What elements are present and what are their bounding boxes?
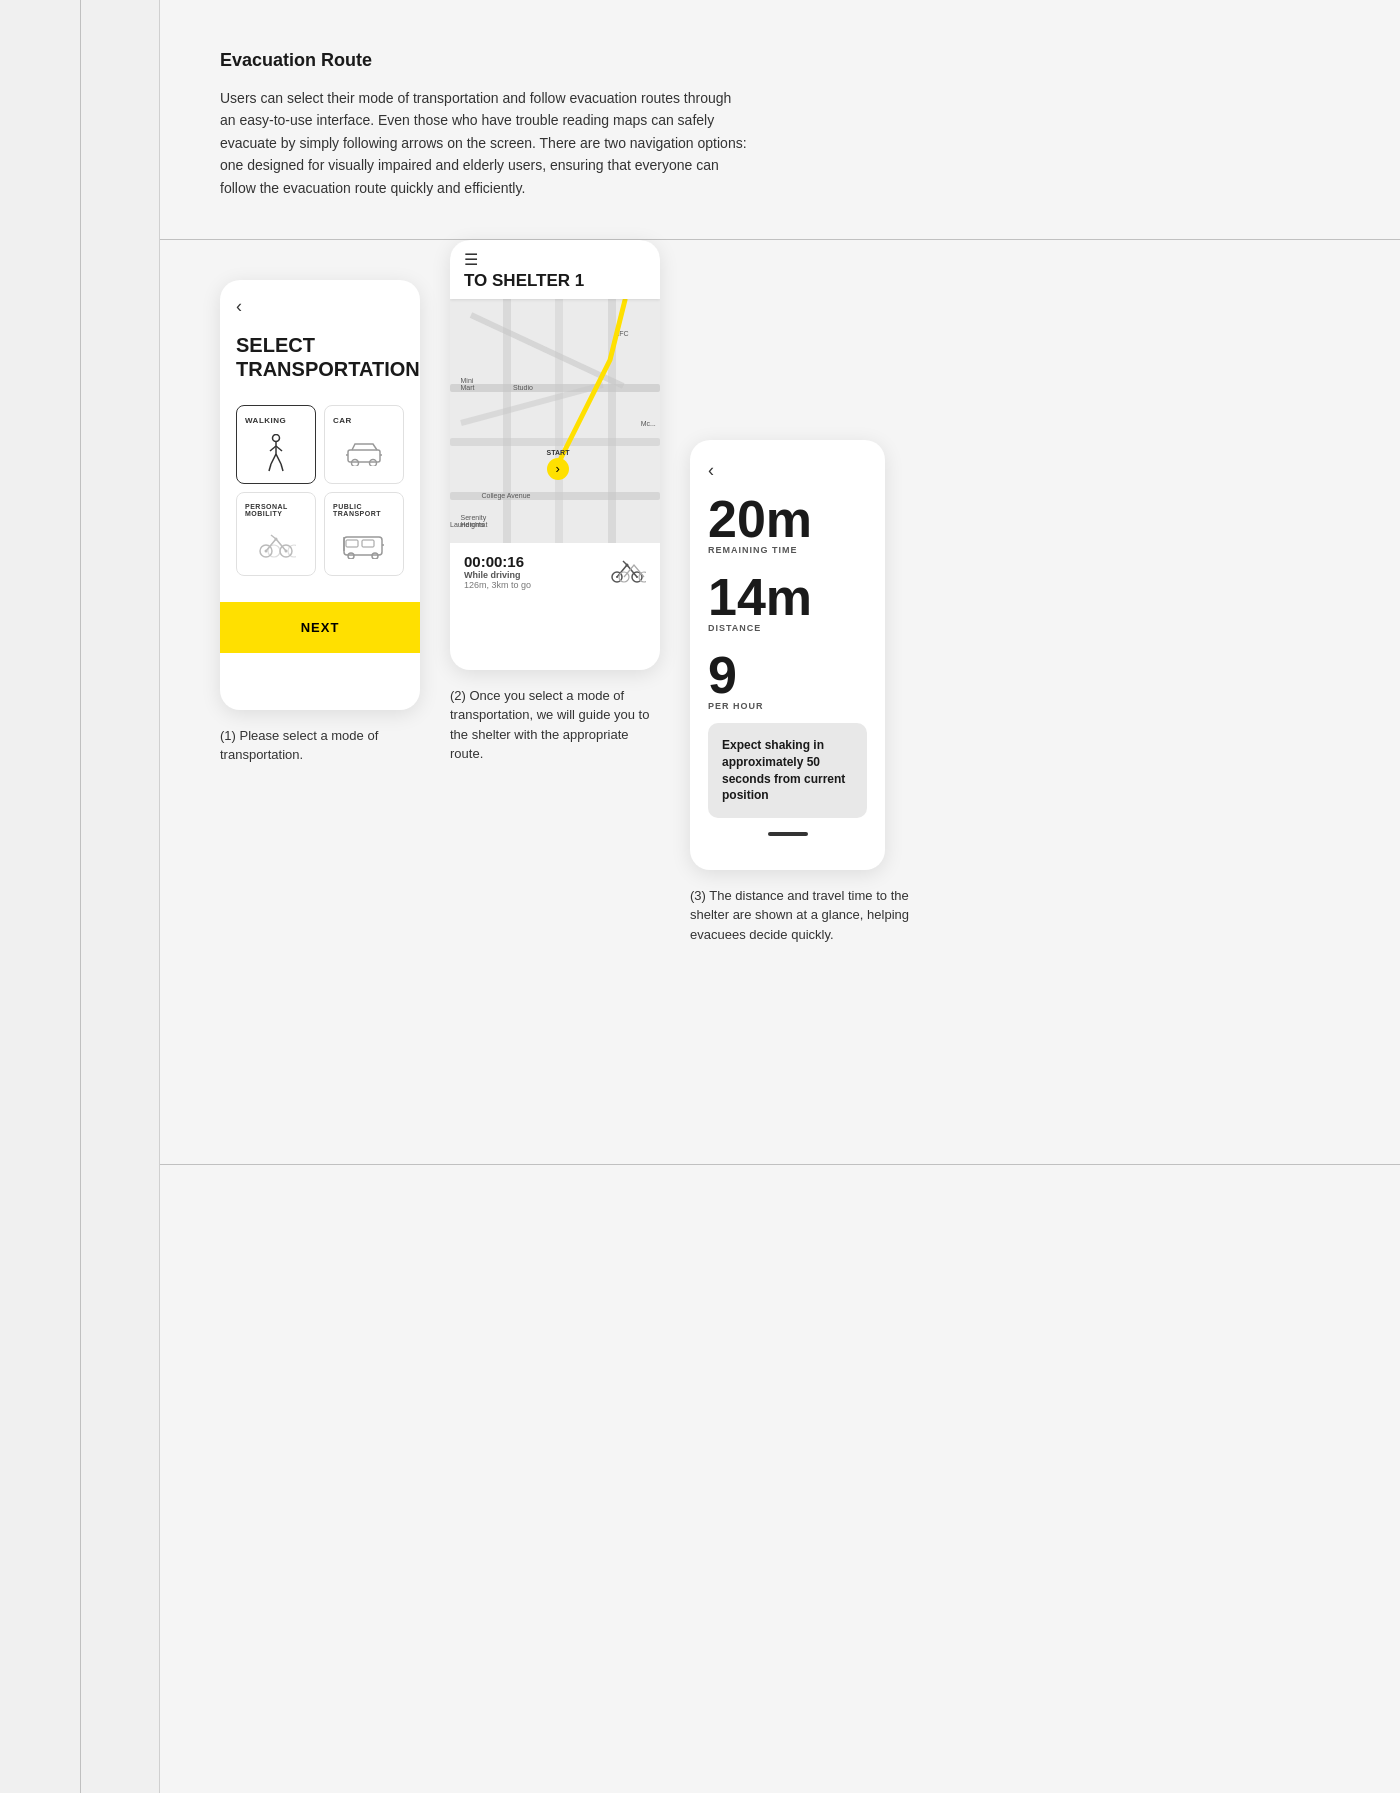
car-icon <box>333 433 395 473</box>
per-hour-value: 9 <box>708 649 867 701</box>
shelter-title: TO SHELTER 1 <box>464 271 646 291</box>
remaining-time-value: 20m <box>708 493 867 545</box>
mode-icon-bike <box>608 558 646 584</box>
caption-2: (2) Once you select a mode of transporta… <box>450 686 660 764</box>
public-transport-label: PUBLICTRANSPORT <box>333 503 395 517</box>
personal-mobility-label: PERSONALMOBILITY <box>245 503 307 517</box>
bottom-section <box>220 1165 1340 1365</box>
map-bottom-bar: 00:00:16 While driving 126m, 3km to go <box>450 543 660 600</box>
section-title: Evacuation Route <box>220 50 1340 71</box>
section-description: Users can select their mode of transport… <box>220 87 750 199</box>
left-sidebar <box>0 0 160 1793</box>
main-container: Evacuation Route Users can select their … <box>0 0 1400 1793</box>
caption-3: (3) The distance and travel time to the … <box>690 886 910 945</box>
phone1-header: ‹ <box>220 280 420 325</box>
phone-map-navigation: Mansion KFC MiniMart Studio Mc... Sereni… <box>450 240 660 670</box>
stats-screen: ‹ 20m REMAINING TIME 14m DISTANCE 9 PER … <box>690 440 885 864</box>
svg-line-5 <box>276 454 281 464</box>
transport-car[interactable]: CAR <box>324 405 404 484</box>
svg-point-23 <box>348 553 354 559</box>
car-label: CAR <box>333 416 395 425</box>
demos-row: ‹ SELECT TRANSPORTATION WALKING <box>220 280 1340 945</box>
svg-point-0 <box>273 434 280 441</box>
warning-box: Expect shaking in approximately 50 secon… <box>708 723 867 818</box>
svg-line-2 <box>270 446 276 451</box>
svg-line-4 <box>271 454 276 464</box>
svg-rect-21 <box>346 540 358 547</box>
screen-title: SELECT TRANSPORTATION <box>220 333 420 381</box>
per-hour-label: PER HOUR <box>708 701 867 711</box>
map-header: ☰ TO SHELTER 1 <box>450 240 660 299</box>
transport-personal-mobility[interactable]: PERSONALMOBILITY <box>236 492 316 576</box>
map-area: Mansion KFC MiniMart Studio Mc... Sereni… <box>450 240 660 600</box>
svg-point-24 <box>372 553 378 559</box>
distance-info: 126m, 3km to go <box>464 580 531 590</box>
transport-walking[interactable]: WALKING <box>236 405 316 484</box>
next-button[interactable]: NEXT <box>220 602 420 653</box>
svg-point-30 <box>626 564 629 567</box>
svg-line-3 <box>276 446 282 451</box>
transport-public[interactable]: PUBLICTRANSPORT <box>324 492 404 576</box>
distance-value: 14m <box>708 571 867 623</box>
divider-top <box>160 239 1400 240</box>
svg-point-17 <box>275 537 278 540</box>
bottom-handle <box>768 832 808 836</box>
remaining-time-label: REMAINING TIME <box>708 545 867 555</box>
phone-stats: ‹ 20m REMAINING TIME 14m DISTANCE 9 PER … <box>690 440 885 870</box>
phone-select-transportation: ‹ SELECT TRANSPORTATION WALKING <box>220 280 420 710</box>
timer-display: 00:00:16 <box>464 553 531 570</box>
walking-icon <box>245 433 307 473</box>
caption-1: (1) Please select a mode of transportati… <box>220 726 420 765</box>
svg-point-18 <box>268 545 280 557</box>
personal-mobility-icon <box>245 525 307 565</box>
transport-grid: WALKING <box>220 389 420 592</box>
walking-label: WALKING <box>245 416 307 425</box>
hamburger-icon[interactable]: ☰ <box>464 250 646 269</box>
svg-line-7 <box>281 464 283 471</box>
start-marker: START › <box>547 449 570 480</box>
content-area: Evacuation Route Users can select their … <box>160 0 1400 1793</box>
public-transport-icon <box>333 525 395 565</box>
back-button-phone1[interactable]: ‹ <box>236 296 242 316</box>
warning-text: Expect shaking in approximately 50 secon… <box>722 737 853 804</box>
while-driving: While driving <box>464 570 531 580</box>
vertical-line <box>80 0 81 1793</box>
svg-line-6 <box>269 464 271 471</box>
svg-rect-22 <box>362 540 374 547</box>
back-button-phone3[interactable]: ‹ <box>708 460 867 481</box>
